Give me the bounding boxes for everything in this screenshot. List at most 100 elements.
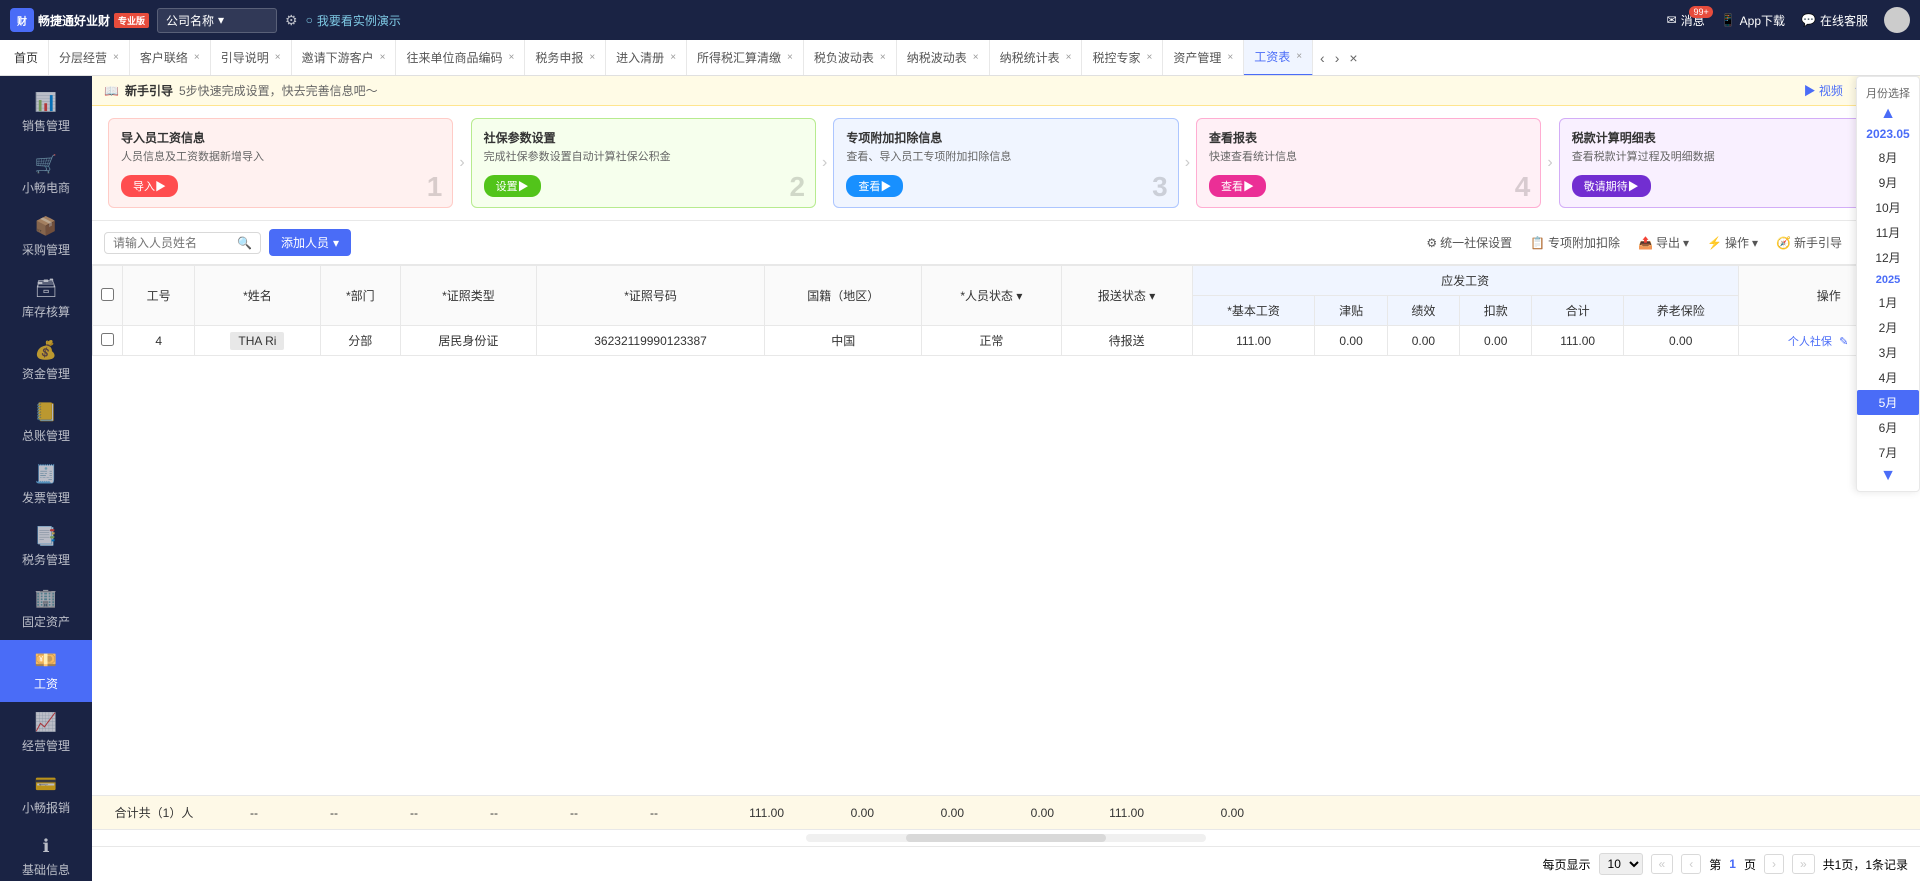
tab-salary[interactable]: 工资表 × bbox=[1244, 40, 1313, 76]
footer-dash-6: -- bbox=[624, 806, 684, 820]
video-link[interactable]: ▶ 视频 bbox=[1804, 82, 1843, 99]
next-page-button[interactable]: › bbox=[1764, 854, 1784, 874]
tab-kehu[interactable]: 客户联络 × bbox=[130, 40, 211, 76]
tab-next-button[interactable]: › bbox=[1332, 50, 1343, 66]
tab-tax-stat[interactable]: 纳税统计表 × bbox=[990, 40, 1083, 76]
social-insurance-link[interactable]: 个人社保 bbox=[1788, 336, 1832, 348]
month-panel-up-button[interactable]: ▲ bbox=[1876, 103, 1900, 125]
month-item-4[interactable]: 4月 bbox=[1857, 365, 1919, 390]
close-icon[interactable]: × bbox=[1227, 52, 1233, 63]
sidebar-item-invoice[interactable]: 🧾 发票管理 bbox=[0, 454, 92, 516]
sidebar-item-expense[interactable]: 💳 小畅报销 bbox=[0, 764, 92, 826]
logo-text: 畅捷通好业财 bbox=[38, 12, 110, 29]
company-selector[interactable]: 公司名称 ▾ bbox=[157, 8, 277, 33]
operation-button[interactable]: ⚡ 操作 ▾ bbox=[1701, 230, 1764, 255]
app-download-button[interactable]: 📱 App下载 bbox=[1721, 12, 1785, 29]
sidebar-item-management[interactable]: 📈 经营管理 bbox=[0, 702, 92, 764]
sidebar-item-basicinfo[interactable]: ℹ 基础信息 bbox=[0, 826, 92, 881]
close-icon[interactable]: × bbox=[973, 52, 979, 63]
month-item-10[interactable]: 10月 bbox=[1857, 195, 1919, 220]
chevron-down-icon: ▾ bbox=[218, 13, 224, 27]
add-person-label: 添加人员 bbox=[281, 234, 329, 251]
demo-link[interactable]: ○ 我要看实例演示 bbox=[306, 12, 401, 29]
row-checkbox[interactable] bbox=[101, 333, 114, 346]
close-icon[interactable]: × bbox=[589, 52, 595, 63]
add-person-button[interactable]: 添加人员 ▾ bbox=[269, 229, 351, 256]
close-icon[interactable]: × bbox=[787, 52, 793, 63]
sidebar-item-ecommerce[interactable]: 🛒 小畅电商 bbox=[0, 144, 92, 206]
settings-icon[interactable]: ⚙ bbox=[285, 12, 298, 29]
sidebar-item-sales[interactable]: 📊 销售管理 bbox=[0, 82, 92, 144]
message-badge: 99+ bbox=[1689, 6, 1712, 18]
footer-salary-total: 111.00 bbox=[1074, 806, 1144, 820]
close-icon[interactable]: × bbox=[880, 52, 886, 63]
edit-icon[interactable]: ✎ bbox=[1839, 336, 1848, 348]
tab-tax-burden[interactable]: 税负波动表 × bbox=[804, 40, 897, 76]
close-icon[interactable]: × bbox=[670, 52, 676, 63]
last-page-button[interactable]: » bbox=[1792, 854, 1815, 874]
month-item-6[interactable]: 6月 bbox=[1857, 415, 1919, 440]
sidebar-item-purchase[interactable]: 📦 采购管理 bbox=[0, 206, 92, 268]
export-button[interactable]: 📤 导出 ▾ bbox=[1632, 230, 1695, 255]
tab-home[interactable]: 首页 bbox=[4, 40, 49, 76]
close-icon[interactable]: × bbox=[380, 52, 386, 63]
main-layout: 📊 销售管理 🛒 小畅电商 📦 采购管理 🗃 库存核算 💰 资金管理 📒 总账管… bbox=[0, 76, 1920, 881]
select-all-checkbox[interactable] bbox=[101, 288, 114, 301]
tab-prev-button[interactable]: ‹ bbox=[1317, 50, 1328, 66]
month-item-7[interactable]: 7月 bbox=[1857, 440, 1919, 465]
search-input[interactable] bbox=[113, 236, 233, 250]
close-icon[interactable]: × bbox=[113, 52, 119, 63]
sidebar-item-inventory[interactable]: 🗃 库存核算 bbox=[0, 268, 92, 330]
sidebar-item-assets[interactable]: 🏢 固定资产 bbox=[0, 578, 92, 640]
social-security-button[interactable]: ⚙ 统一社保设置 bbox=[1420, 230, 1518, 255]
step3-button[interactable]: 查看▶ bbox=[846, 175, 903, 197]
sidebar-item-ledger[interactable]: 📒 总账管理 bbox=[0, 392, 92, 454]
page-size-select[interactable]: 10 20 50 bbox=[1599, 853, 1643, 875]
close-icon[interactable]: × bbox=[1146, 52, 1152, 63]
tab-invite[interactable]: 邀请下游客户 × bbox=[292, 40, 397, 76]
tab-asset[interactable]: 资产管理 × bbox=[1163, 40, 1244, 76]
month-item-11[interactable]: 11月 bbox=[1857, 220, 1919, 245]
step5-button[interactable]: 敬请期待▶ bbox=[1572, 175, 1651, 197]
sidebar-item-finance[interactable]: 💰 资金管理 bbox=[0, 330, 92, 392]
tab-tax-calc[interactable]: 所得税汇算清缴 × bbox=[687, 40, 804, 76]
month-item-3[interactable]: 3月 bbox=[1857, 340, 1919, 365]
month-panel-down-button[interactable]: ▼ bbox=[1876, 465, 1900, 487]
close-icon[interactable]: × bbox=[1066, 52, 1072, 63]
month-item-2[interactable]: 2月 bbox=[1857, 315, 1919, 340]
special-deduction-button[interactable]: 📋 专项附加扣除 bbox=[1524, 230, 1626, 255]
close-icon[interactable]: × bbox=[194, 52, 200, 63]
first-page-button[interactable]: « bbox=[1651, 854, 1674, 874]
close-icon[interactable]: × bbox=[1296, 51, 1302, 62]
month-item-year-2025[interactable]: 2025 bbox=[1857, 270, 1919, 290]
month-item-9[interactable]: 9月 bbox=[1857, 170, 1919, 195]
tab-tax-expert[interactable]: 税控专家 × bbox=[1082, 40, 1163, 76]
tab-close-all-button[interactable]: × bbox=[1346, 50, 1360, 66]
sidebar-item-salary[interactable]: 💴 工资 bbox=[0, 640, 92, 702]
tab-yindao[interactable]: 引导说明 × bbox=[211, 40, 292, 76]
month-item-1[interactable]: 1月 bbox=[1857, 290, 1919, 315]
tab-fen-ceng[interactable]: 分层经营 × bbox=[49, 40, 130, 76]
newguide-button[interactable]: 🧭 新手引导 bbox=[1770, 230, 1848, 255]
month-item-5[interactable]: 5月 bbox=[1857, 390, 1919, 415]
step4-button[interactable]: 查看▶ bbox=[1209, 175, 1266, 197]
tab-tax-report[interactable]: 税务申报 × bbox=[525, 40, 606, 76]
tab-product-code[interactable]: 往来单位商品编码 × bbox=[396, 40, 525, 76]
month-item-12[interactable]: 12月 bbox=[1857, 245, 1919, 270]
prev-page-button[interactable]: ‹ bbox=[1681, 854, 1701, 874]
step2-button[interactable]: 设置▶ bbox=[484, 175, 541, 197]
download-icon: 📱 bbox=[1721, 13, 1736, 27]
month-item-8[interactable]: 8月 bbox=[1857, 145, 1919, 170]
tab-tax-wave[interactable]: 纳税波动表 × bbox=[897, 40, 990, 76]
sidebar-item-tax[interactable]: 📑 税务管理 bbox=[0, 516, 92, 578]
message-button[interactable]: ✉ 消息 99+ bbox=[1667, 12, 1705, 29]
tab-qingce[interactable]: 进入清册 × bbox=[606, 40, 687, 76]
user-avatar[interactable] bbox=[1884, 7, 1910, 33]
step1-button[interactable]: 导入▶ bbox=[121, 175, 178, 197]
close-icon[interactable]: × bbox=[275, 52, 281, 63]
close-icon[interactable]: × bbox=[508, 52, 514, 63]
search-icon[interactable]: 🔍 bbox=[237, 236, 252, 250]
scrollbar-thumb[interactable] bbox=[906, 834, 1106, 842]
online-service-button[interactable]: 💬 在线客服 bbox=[1801, 12, 1868, 29]
page-label2: 页 bbox=[1744, 856, 1756, 873]
